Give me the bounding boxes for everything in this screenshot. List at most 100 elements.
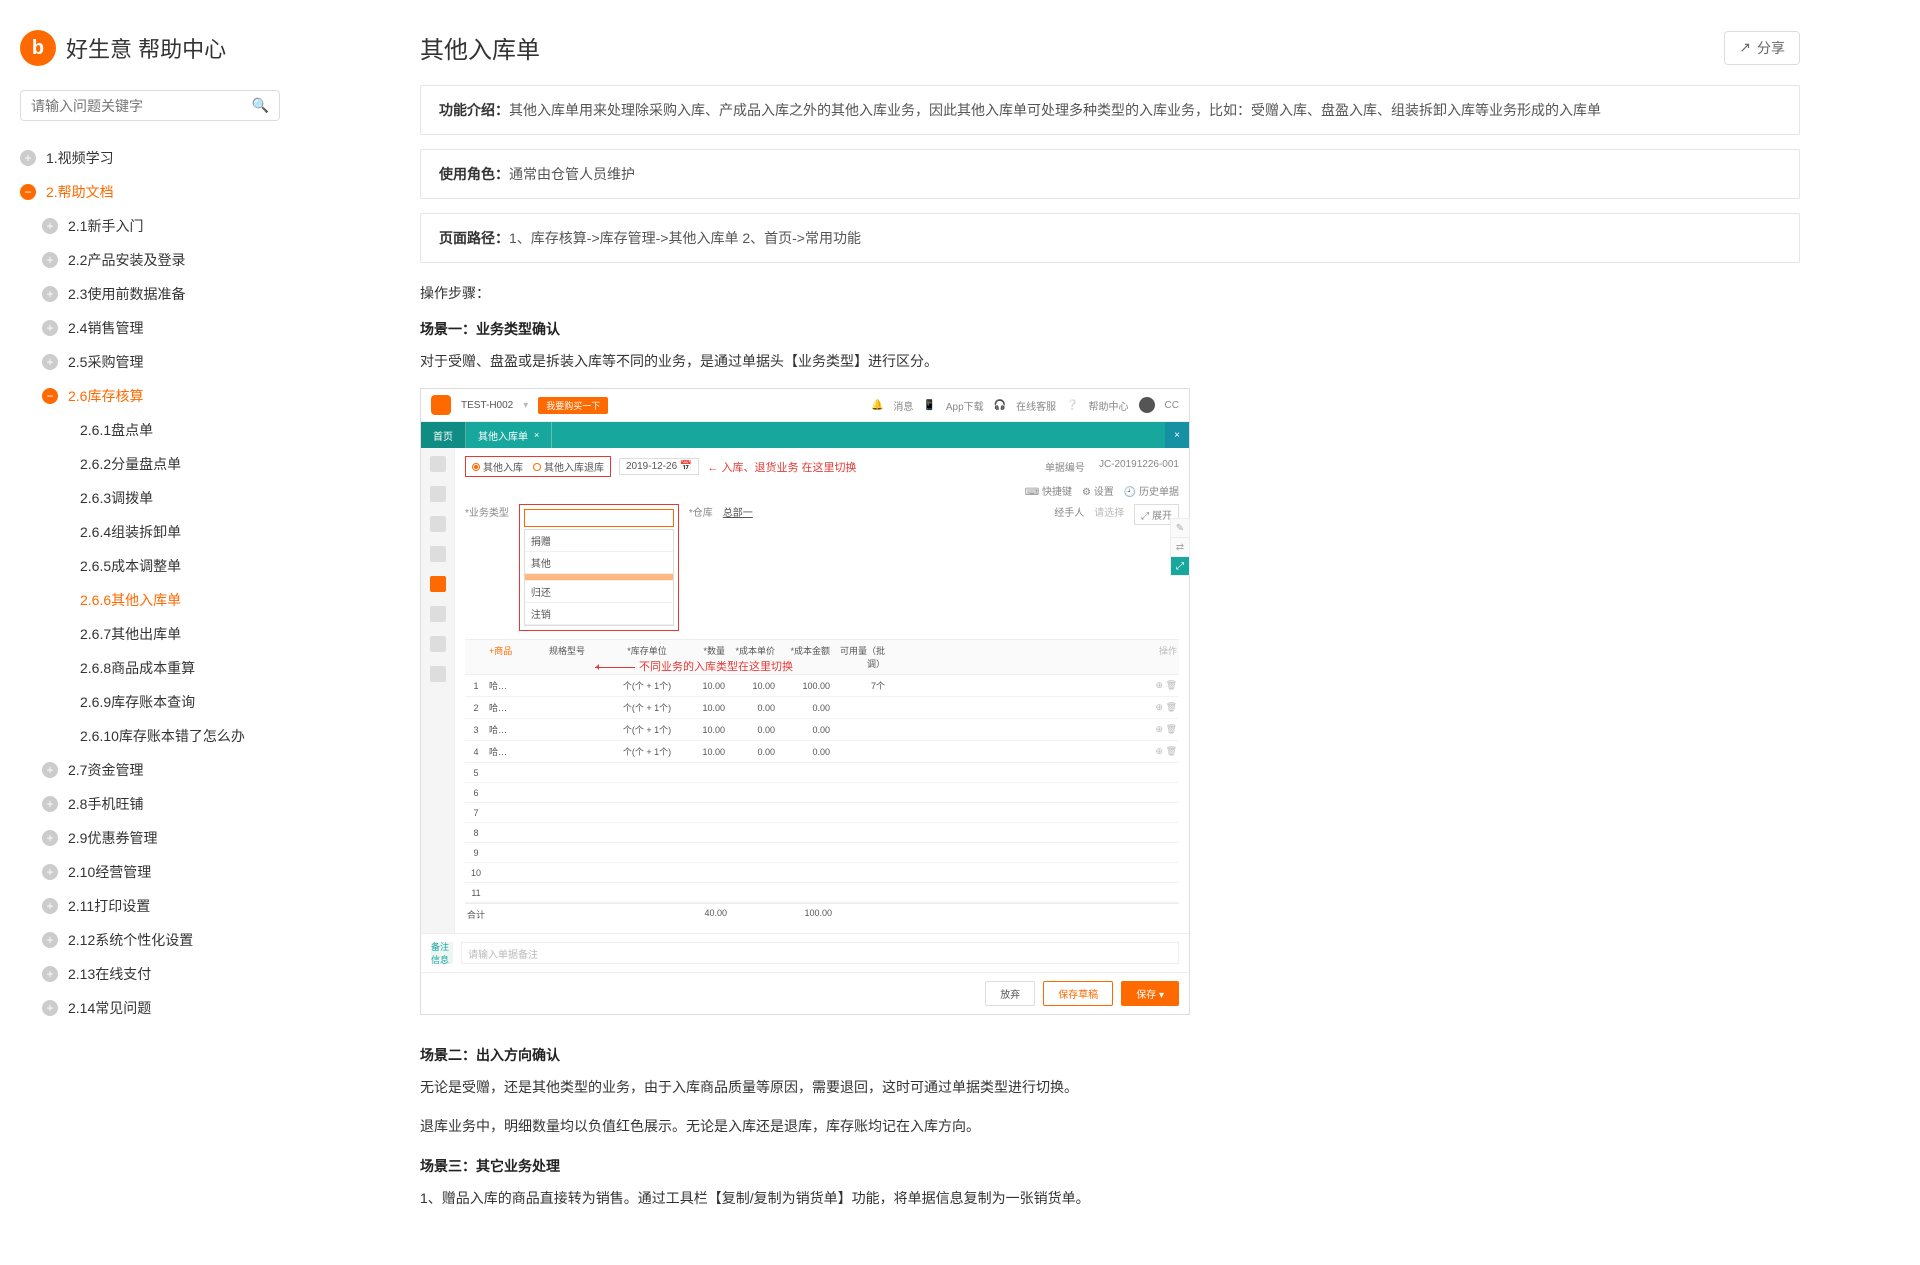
search-box[interactable]: 🔍 — [20, 90, 280, 121]
plus-icon: + — [42, 218, 58, 234]
table-row: 1哈…个(个 + 1个)10.0010.00100.007个⊕ 🗑 — [465, 675, 1179, 697]
nav-item[interactable]: 2.6.10库存账本错了怎么办 — [20, 719, 280, 753]
biztype-dropdown-box: 捐赠 其他 归还 注销 — [519, 504, 679, 631]
radio-group-box: 其他入库 其他入库退库 — [465, 456, 611, 477]
logo-icon: b — [20, 30, 56, 66]
share-button[interactable]: ↗ 分享 — [1724, 31, 1800, 65]
nav-item[interactable]: +2.4销售管理 — [20, 311, 280, 345]
app-sidebar — [421, 448, 455, 933]
nav-item-current[interactable]: 2.6.6其他入库单 — [20, 583, 280, 617]
search-input[interactable] — [31, 98, 252, 114]
nav-item[interactable]: 2.6.4组装拆卸单 — [20, 515, 280, 549]
floating-tools: ✎ ⇄ ⤢ — [1170, 518, 1190, 575]
plus-icon: + — [42, 898, 58, 914]
menu-icon — [430, 456, 446, 472]
nav-item[interactable]: 2.6.9库存账本查询 — [20, 685, 280, 719]
close-all-icon: × — [1165, 422, 1189, 448]
save-button: 保存 ▾ — [1121, 981, 1179, 1006]
headset-icon: 🎧 — [994, 400, 1006, 411]
phone-icon: 📱 — [923, 400, 935, 411]
menu-icon-active — [430, 576, 446, 592]
menu-icon — [430, 606, 446, 622]
scene2-p2: 退库业务中，明细数量均以负值红色展示。无论是入库还是退库，库存账均记在入库方向。 — [420, 1114, 1800, 1139]
nav-item[interactable]: +2.7资金管理 — [20, 753, 280, 787]
tool-history: 🕘 历史单据 — [1124, 483, 1179, 498]
tab-current: 其他入库单× — [466, 422, 552, 448]
nav-item[interactable]: +2.14常见问题 — [20, 991, 280, 1025]
nav-item[interactable]: +2.10经营管理 — [20, 855, 280, 889]
share-icon: ↗ — [1739, 39, 1751, 56]
nav-item[interactable]: 2.6.5成本调整单 — [20, 549, 280, 583]
plus-icon: + — [42, 796, 58, 812]
table-row: 4哈…个(个 + 1个)10.000.000.00⊕ 🗑 — [465, 741, 1179, 763]
warehouse-label: *仓库 — [689, 504, 713, 519]
nav-item[interactable]: 2.6.3调拨单 — [20, 481, 280, 515]
nav-item[interactable]: +2.13在线支付 — [20, 957, 280, 991]
info-box-path: 页面路径：1、库存核算->库存管理->其他入库单 2、首页->常用功能 — [420, 213, 1800, 263]
nav-item[interactable]: 2.6.7其他出库单 — [20, 617, 280, 651]
minus-icon: − — [42, 388, 58, 404]
tool-shortcut: ⌨ 快捷键 — [1025, 483, 1072, 498]
buy-pill: 我要购买一下 — [538, 397, 608, 414]
nav-item[interactable]: 2.6.2分量盘点单 — [20, 447, 280, 481]
nav-item[interactable]: −2.6库存核算 — [20, 379, 280, 413]
app-tabs: 首页 其他入库单× × — [421, 422, 1189, 448]
info-box-role: 使用角色：通常由仓管人员维护 — [420, 149, 1800, 199]
nav-item[interactable]: +2.2产品安装及登录 — [20, 243, 280, 277]
tool-icon: ✎ — [1170, 518, 1190, 538]
nav-item[interactable]: +2.5采购管理 — [20, 345, 280, 379]
close-icon: × — [534, 430, 539, 440]
scene2-p1: 无论是受赠，还是其他类型的业务，由于入库商品质量等原因，需要退回，这时可通过单据… — [420, 1075, 1800, 1100]
serial-label: 单据编号 — [1045, 459, 1085, 474]
date-field: 2019-12-26 📅 — [619, 458, 699, 475]
plus-icon: + — [20, 150, 36, 166]
radio-in: 其他入库 — [472, 459, 523, 474]
remark-input: 请输入单据备注 — [461, 942, 1179, 964]
tab-home: 首页 — [421, 422, 466, 448]
scene1-para: 对于受赠、盘盈或是拆装入库等不同的业务，是通过单据头【业务类型】进行区分。 — [420, 349, 1800, 374]
minus-icon: − — [20, 184, 36, 200]
draft-button: 保存草稿 — [1043, 981, 1113, 1006]
plus-icon: + — [42, 252, 58, 268]
steps-label: 操作步骤： — [420, 283, 1800, 303]
plus-icon: + — [42, 1000, 58, 1016]
logo: b 好生意 帮助中心 — [20, 30, 280, 66]
plus-icon: + — [42, 286, 58, 302]
nav-item[interactable]: −2.帮助文档 — [20, 175, 280, 209]
chevron-down-icon: ▾ — [523, 400, 528, 411]
dd-option-selected — [525, 574, 673, 581]
radio-return: 其他入库退库 — [533, 459, 604, 474]
nav-item[interactable]: 2.6.8商品成本重算 — [20, 651, 280, 685]
plus-icon: + — [42, 864, 58, 880]
nav-item[interactable]: +2.11打印设置 — [20, 889, 280, 923]
scene3-p1: 1、赠品入库的商品直接转为销售。通过工具栏【复制/复制为销货单】功能，将单据信息… — [420, 1186, 1800, 1211]
nav-item[interactable]: +2.8手机旺铺 — [20, 787, 280, 821]
nav-item[interactable]: +2.3使用前数据准备 — [20, 277, 280, 311]
nav-item[interactable]: 2.6.1盘点单 — [20, 413, 280, 447]
nav-item[interactable]: +2.9优惠券管理 — [20, 821, 280, 855]
main-content: 其他入库单 ↗ 分享 功能介绍：其他入库单用来处理除采购入库、产成品入库之外的其… — [300, 0, 1860, 1265]
bell-icon: 🔔 — [871, 400, 883, 411]
plus-icon: + — [42, 762, 58, 778]
remark-icon: 备注信息 — [431, 942, 453, 964]
nav-item[interactable]: +2.1新手入门 — [20, 209, 280, 243]
dd-option: 归还 — [525, 581, 673, 603]
menu-icon — [430, 636, 446, 652]
tool-settings: ⚙ 设置 — [1082, 483, 1114, 498]
nav-item[interactable]: +2.12系统个性化设置 — [20, 923, 280, 957]
plus-icon: + — [42, 932, 58, 948]
dropdown-input — [524, 509, 674, 527]
menu-icon — [430, 546, 446, 562]
scene3-title: 场景三：其它业务处理 — [420, 1156, 1800, 1176]
page-title: 其他入库单 — [420, 30, 540, 65]
warehouse-value: 总部一 — [723, 504, 753, 519]
search-icon[interactable]: 🔍 — [252, 97, 269, 114]
menu-icon — [430, 486, 446, 502]
nav-item[interactable]: +1.视频学习 — [20, 141, 280, 175]
info-box-intro: 功能介绍：其他入库单用来处理除采购入库、产成品入库之外的其他入库业务，因此其他入… — [420, 85, 1800, 135]
person-label: 经手人 — [1054, 504, 1084, 519]
logo-text: 好生意 帮助中心 — [66, 32, 226, 64]
scene2-title: 场景二：出入方向确认 — [420, 1045, 1800, 1065]
serial-value: JC-20191226-001 — [1099, 459, 1179, 474]
sidebar: b 好生意 帮助中心 🔍 +1.视频学习 −2.帮助文档 +2.1新手入门 +2… — [0, 0, 300, 1265]
